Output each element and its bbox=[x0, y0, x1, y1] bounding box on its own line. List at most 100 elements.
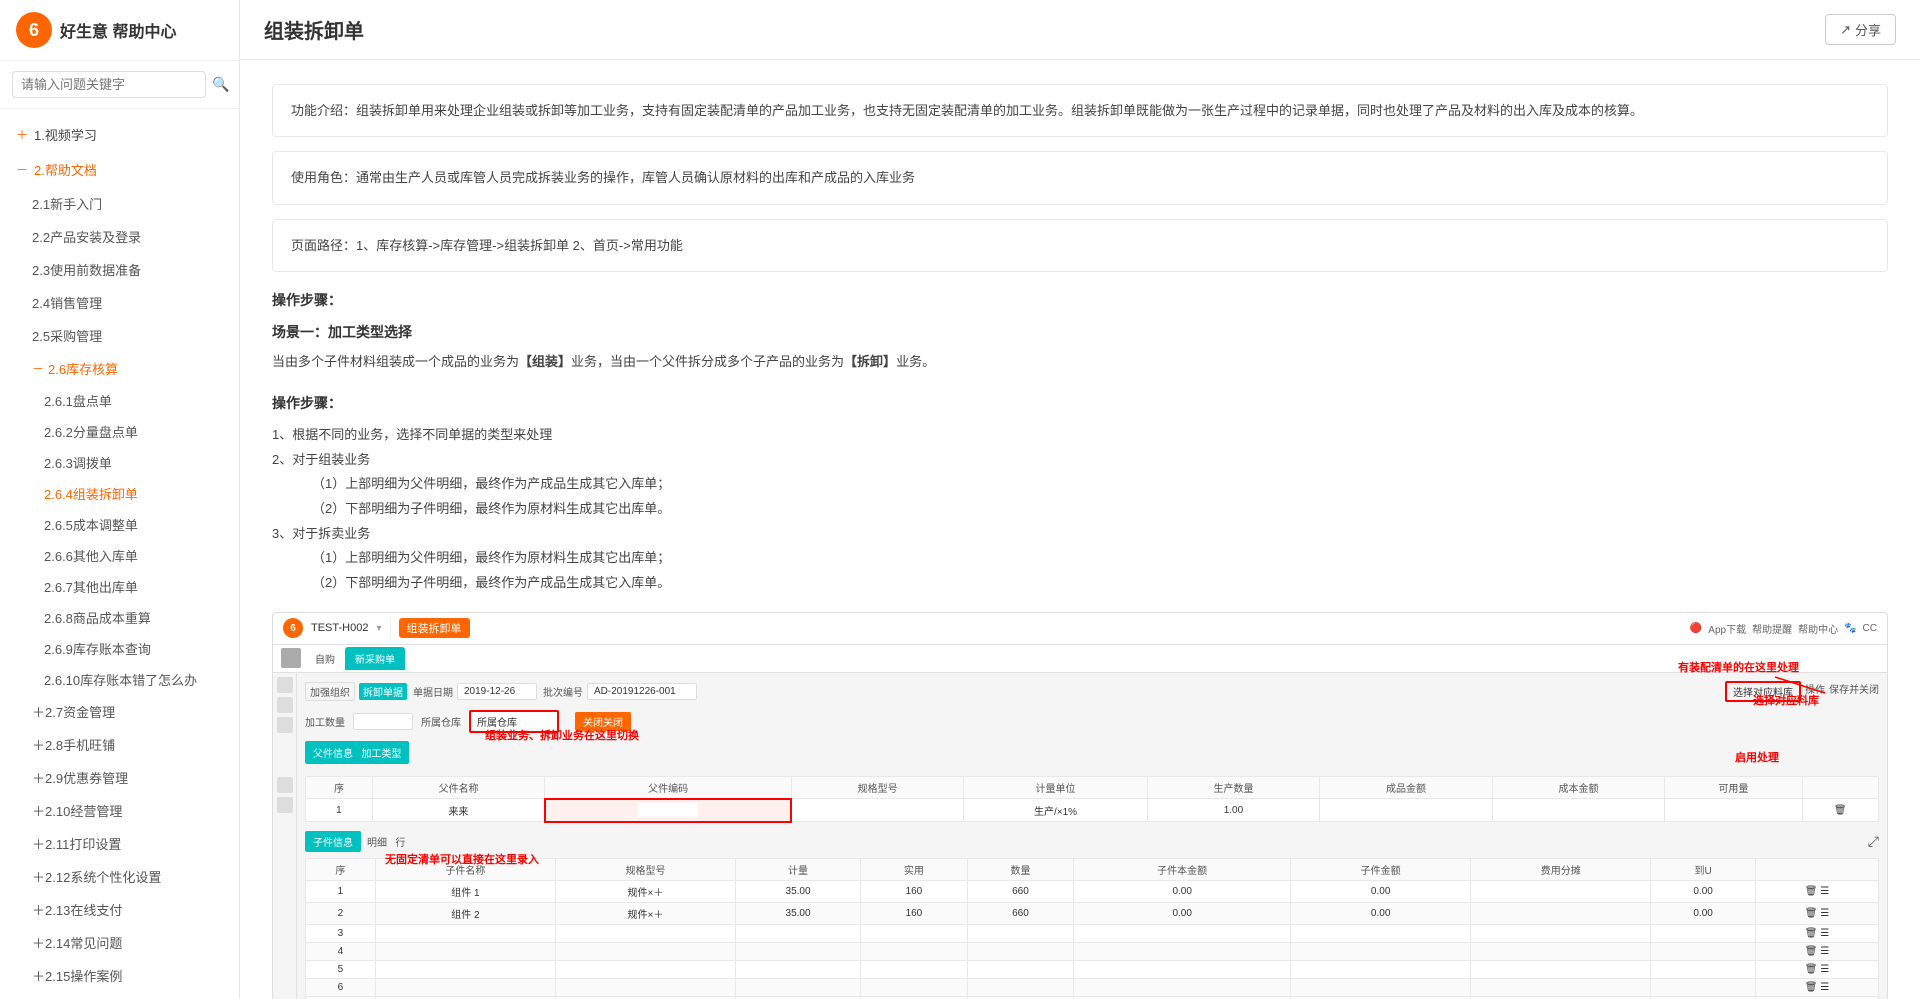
mock-icon-2 bbox=[277, 697, 293, 713]
mock-col-5: 计量单位 bbox=[964, 776, 1147, 799]
mock-action-save[interactable]: 保存并关闭 bbox=[1829, 681, 1879, 702]
mock-no-input[interactable] bbox=[587, 683, 697, 700]
plus-icon-210: ＋ bbox=[32, 801, 45, 820]
plus-icon: ＋ bbox=[16, 126, 28, 143]
user-role-block: 使用角色：通常由生产人员或库管人员完成拆装业务的操作，库管人员确认原材料的出库和… bbox=[272, 151, 1888, 204]
function-intro-text: 功能介绍：组装拆卸单用来处理企业组装或拆卸等加工业务，支持有固定装配清单的产品加… bbox=[291, 99, 1869, 122]
sidebar-item-docs-2610[interactable]: 2.6.10库存账本错了怎么办 bbox=[0, 664, 239, 695]
search-input[interactable] bbox=[12, 71, 206, 98]
mock-assemble-type[interactable]: 拆卸单据 bbox=[359, 683, 407, 700]
sidebar-item-docs-25[interactable]: 2.5采购管理 bbox=[0, 319, 239, 352]
step-3: 3、对于拆卖业务 bbox=[272, 522, 1888, 547]
annotation-2: 选择对应料库 bbox=[1753, 692, 1819, 708]
table-row: 4 🗑 ☰ bbox=[306, 942, 1879, 960]
sidebar-item-docs-24[interactable]: 2.4销售管理 bbox=[0, 286, 239, 319]
sidebar-item-docs[interactable]: － 2.帮助文档 bbox=[0, 152, 239, 187]
mock-expand-btn[interactable]: ⤢ bbox=[1868, 833, 1879, 850]
mock-nav: 自购 新采购单 bbox=[273, 645, 1887, 673]
minus-icon-26: － bbox=[32, 360, 44, 377]
mock-logo: 6 bbox=[283, 618, 303, 638]
sidebar-item-docs-214[interactable]: ＋ 2.14常见问题 bbox=[0, 926, 239, 959]
mock-child-table: 序 子件名称 规格型号 计量 实用 数量 子件本金额 子件金额 费用分摊 到 bbox=[305, 858, 1879, 999]
table-row: 3 🗑 ☰ bbox=[306, 924, 1879, 942]
table-row: 1 来来 生产/×1% 1.00 bbox=[306, 799, 1879, 822]
sidebar-item-docs-28[interactable]: ＋ 2.8手机旺铺 bbox=[0, 728, 239, 761]
mock-icon-4 bbox=[277, 777, 293, 793]
scene1-title: 场景一：加工类型选择 bbox=[272, 322, 1888, 342]
plus-icon-27: ＋ bbox=[32, 702, 45, 721]
mock-date-input[interactable] bbox=[457, 683, 537, 700]
mock-left-icons bbox=[273, 673, 297, 999]
mock-parent-code-input[interactable] bbox=[638, 803, 698, 818]
sidebar-item-docs-268[interactable]: 2.6.8商品成本重算 bbox=[0, 602, 239, 633]
mock-date-field: 单据日期 bbox=[413, 683, 537, 700]
search-box: 🔍 bbox=[0, 61, 239, 109]
mock-col-4: 规格型号 bbox=[791, 776, 964, 799]
sidebar-item-video[interactable]: ＋ 1.视频学习 bbox=[0, 117, 239, 152]
sidebar-item-docs-27[interactable]: ＋ 2.7资金管理 bbox=[0, 695, 239, 728]
steps-title: 操作步骤： bbox=[272, 393, 1888, 413]
sidebar-item-docs-212[interactable]: ＋ 2.12系统个性化设置 bbox=[0, 860, 239, 893]
mock-col-7: 成品金额 bbox=[1320, 776, 1493, 799]
table-row: 1 组件 1 规件×＋ 35.00 160 660 0.00 0.00 0 bbox=[306, 880, 1879, 902]
search-button[interactable]: 🔍 bbox=[212, 76, 229, 93]
sidebar-item-docs-261[interactable]: 2.6.1盘点单 bbox=[0, 385, 239, 416]
mock-tab-new[interactable]: 新采购单 bbox=[345, 647, 405, 670]
mock-col-6: 生产数量 bbox=[1147, 776, 1320, 799]
sidebar-item-docs-29[interactable]: ＋ 2.9优惠券管理 bbox=[0, 761, 239, 794]
sidebar-item-docs-215[interactable]: ＋ 2.15操作案例 bbox=[0, 959, 239, 992]
operation-title: 操作步骤： bbox=[272, 290, 1888, 310]
minus-icon: － bbox=[16, 161, 28, 178]
mock-qty-label: 加工数量 bbox=[305, 714, 345, 729]
sidebar-item-docs-213[interactable]: ＋ 2.13在线支付 bbox=[0, 893, 239, 926]
sidebar-item-docs-21[interactable]: 2.1新手入门 bbox=[0, 187, 239, 220]
mock-nav-btn[interactable]: 组装拆卸单 bbox=[399, 618, 470, 638]
share-button[interactable]: ↗ 分享 bbox=[1825, 14, 1896, 45]
table-row: 6 🗑 ☰ bbox=[306, 978, 1879, 996]
sidebar-item-docs-22[interactable]: 2.2产品安装及登录 bbox=[0, 220, 239, 253]
sidebar-item-docs-26[interactable]: － 2.6库存核算 bbox=[0, 352, 239, 385]
mock-col-10 bbox=[1802, 776, 1878, 799]
sidebar-item-docs-210[interactable]: ＋ 2.10经营管理 bbox=[0, 794, 239, 827]
sidebar-item-docs-265[interactable]: 2.6.5成本调整单 bbox=[0, 509, 239, 540]
plus-icon-29: ＋ bbox=[32, 768, 45, 787]
mock-form-area: 加强组织 拆卸单据 单据日期 批次编号 bbox=[273, 673, 1887, 999]
step-2-2: （2）下部明细为子件明细，最终作为原材料生成其它出库单。 bbox=[312, 497, 1888, 522]
mock-org-type[interactable]: 加强组织 bbox=[305, 682, 355, 701]
mock-tab-zigo[interactable]: 自购 bbox=[307, 647, 343, 670]
step-3-1: （1）上部明细为父件明细，最终作为原材料生成其它出库单； bbox=[312, 546, 1888, 571]
mock-icon-5 bbox=[277, 797, 293, 813]
mock-warehouse-text: 所属仓库 bbox=[421, 714, 461, 729]
sidebar-item-docs-263[interactable]: 2.6.3调拨单 bbox=[0, 447, 239, 478]
sidebar: 6 好生意 帮助中心 🔍 ＋ 1.视频学习 － 2.帮助文档 2.1新手入门 2… bbox=[0, 0, 240, 999]
sidebar-item-docs-23[interactable]: 2.3使用前数据准备 bbox=[0, 253, 239, 286]
sidebar-item-docs-267[interactable]: 2.6.7其他出库单 bbox=[0, 571, 239, 602]
step-2-1: （1）上部明细为父件明细，最终作为产成品生成其它入库单； bbox=[312, 472, 1888, 497]
brand-name: 好生意 帮助中心 bbox=[60, 18, 176, 42]
function-intro-block: 功能介绍：组装拆卸单用来处理企业组装或拆卸等加工业务，支持有固定装配清单的产品加… bbox=[272, 84, 1888, 137]
mock-main-form: 加强组织 拆卸单据 单据日期 批次编号 bbox=[297, 673, 1887, 999]
mock-topbar-right: 🔴 App下载 帮助提醒 帮助中心 🐾 CC bbox=[1690, 621, 1877, 636]
page-title: 组装拆卸单 bbox=[264, 15, 364, 44]
mock-child-label: 子件信息 bbox=[305, 831, 361, 852]
annotation-5: 无固定清单可以直接在这里录入 bbox=[385, 851, 539, 867]
mock-icon-3 bbox=[277, 717, 293, 733]
plus-icon-211: ＋ bbox=[32, 834, 45, 853]
plus-icon-215: ＋ bbox=[32, 966, 45, 985]
mock-no-field: 批次编号 bbox=[543, 683, 697, 700]
mock-parent-table: 序 父件名称 父件编码 规格型号 计量单位 生产数量 成品金额 成本金额 可用量 bbox=[305, 776, 1879, 823]
step-2: 2、对于组装业务 bbox=[272, 448, 1888, 473]
annotation-1: 有装配清单的在这里处理 bbox=[1678, 659, 1799, 675]
sidebar-item-docs-266[interactable]: 2.6.6其他入库单 bbox=[0, 540, 239, 571]
sidebar-item-docs-264[interactable]: 2.6.4组装拆卸单 bbox=[0, 478, 239, 509]
annotation-3: 组装业务、拆卸业务在这里切换 bbox=[485, 727, 639, 743]
mock-icon-1 bbox=[277, 677, 293, 693]
plus-icon-28: ＋ bbox=[32, 735, 45, 754]
sidebar-item-docs-211[interactable]: ＋ 2.11打印设置 bbox=[0, 827, 239, 860]
sidebar-item-docs-262[interactable]: 2.6.2分量盘点单 bbox=[0, 416, 239, 447]
nav-list: ＋ 1.视频学习 － 2.帮助文档 2.1新手入门 2.2产品安装及登录 2.3… bbox=[0, 109, 239, 999]
mock-qty-input[interactable] bbox=[353, 713, 413, 730]
mock-parent-code-cell[interactable] bbox=[545, 799, 791, 822]
logo-icon: 6 bbox=[16, 12, 52, 48]
sidebar-item-docs-269[interactable]: 2.6.9库存账本查询 bbox=[0, 633, 239, 664]
